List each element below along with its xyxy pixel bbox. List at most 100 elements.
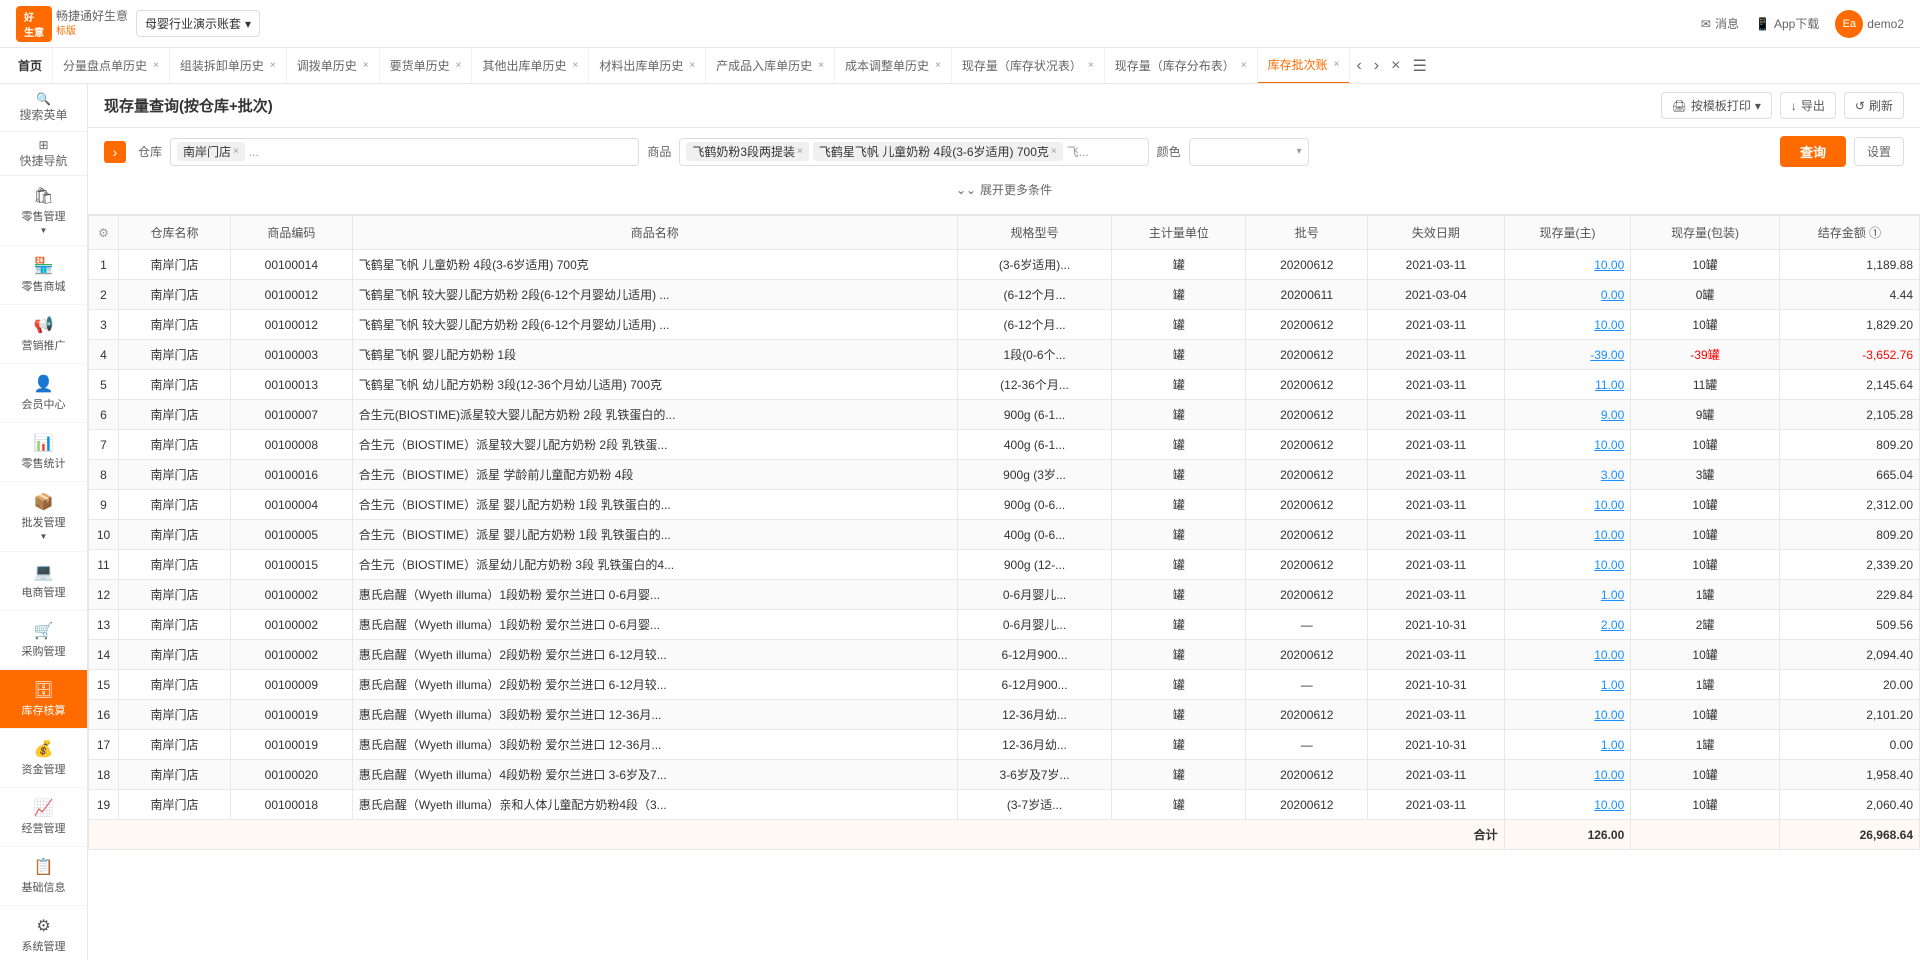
cell-qty-main[interactable]: -39.00 (1504, 340, 1631, 370)
tab-close-all[interactable]: × (1385, 48, 1406, 84)
messages-button[interactable]: ✉ 消息 (1701, 15, 1739, 32)
cell-spec: 0-6月婴儿... (957, 580, 1112, 610)
tab-nav-prev[interactable]: ‹ (1350, 48, 1367, 84)
sidebar-item-purchase[interactable]: 🛒 采购管理 (0, 611, 87, 670)
tab-close-icon[interactable]: × (572, 60, 578, 71)
sidebar-item-finance[interactable]: 💰 资金管理 (0, 729, 87, 788)
col-name: 商品名称 (352, 216, 957, 250)
sidebar-item-retail[interactable]: 🛍 零售管理 ▼ (0, 176, 87, 246)
cell-qty-main[interactable]: 10.00 (1504, 490, 1631, 520)
sidebar-item-ecom[interactable]: 💻 电商管理 (0, 552, 87, 611)
sidebar-item-inventory[interactable]: 🗄 库存核算 (0, 670, 87, 729)
cell-qty-main[interactable]: 1.00 (1504, 670, 1631, 700)
tab-nav-next[interactable]: › (1368, 48, 1385, 84)
tab-close-icon[interactable]: × (818, 60, 824, 71)
product-filter[interactable]: 飞鹤奶粉3段两提装 × 飞鹤星飞帆 儿童奶粉 4段(3-6岁适用) 700克 ×… (679, 138, 1148, 166)
cell-qty-main[interactable]: 10.00 (1504, 430, 1631, 460)
tab-close-icon[interactable]: × (363, 60, 369, 71)
cell-qty-main[interactable]: 2.00 (1504, 610, 1631, 640)
tab-xianzai1[interactable]: 现存量（库存状况表） × (952, 48, 1105, 84)
cell-qty-main[interactable]: 3.00 (1504, 460, 1631, 490)
sidebar-item-stats[interactable]: 📊 零售统计 (0, 423, 87, 482)
tag-close-icon[interactable]: × (1051, 146, 1057, 157)
refresh-button[interactable]: ↺ 刷新 (1844, 92, 1904, 119)
tab-close-icon[interactable]: × (1334, 59, 1340, 70)
tab-kupicaidan[interactable]: 库存批次账 × (1258, 48, 1351, 84)
print-button[interactable]: 🖨 按模板打印 ▾ (1661, 92, 1772, 119)
tab-close-icon[interactable]: × (270, 60, 276, 71)
tab-chanjin[interactable]: 产成品入库单历史 × (706, 48, 835, 84)
sidebar-item-marketing[interactable]: 📢 营销推广 (0, 305, 87, 364)
cell-qty-main[interactable]: 0.00 (1504, 280, 1631, 310)
tab-yaohuo[interactable]: 要货单历史 × (380, 48, 473, 84)
cell-name: 合生元（BIOSTIME）派星 学龄前儿童配方奶粉 4段 (352, 460, 957, 490)
tab-close-icon[interactable]: × (689, 60, 695, 71)
sidebar-item-shop[interactable]: 🏪 零售商城 (0, 246, 87, 305)
color-filter[interactable]: ▾ (1189, 138, 1309, 166)
filter-more: 飞... (1067, 143, 1089, 160)
cell-spec: 400g (6-1... (957, 430, 1112, 460)
cell-qty-main[interactable]: 11.00 (1504, 370, 1631, 400)
sidebar-nav[interactable]: ⊞ 快捷导航 (0, 132, 87, 176)
cell-qty-main[interactable]: 10.00 (1504, 760, 1631, 790)
sidebar-item-operation[interactable]: 📈 经营管理 (0, 788, 87, 847)
sidebar-item-member[interactable]: 👤 会员中心 (0, 364, 87, 423)
cell-qty-main[interactable]: 9.00 (1504, 400, 1631, 430)
cell-qty-main[interactable]: 10.00 (1504, 790, 1631, 820)
cell-qty-main[interactable]: 10.00 (1504, 520, 1631, 550)
cell-qty-main[interactable]: 10.00 (1504, 250, 1631, 280)
setting-button[interactable]: 设置 (1854, 137, 1904, 166)
tag-close-icon[interactable]: × (797, 146, 803, 157)
tab-close-icon[interactable]: × (1241, 60, 1247, 71)
user-profile[interactable]: Ea demo2 (1835, 10, 1904, 38)
cell-qty-main[interactable]: 10.00 (1504, 310, 1631, 340)
cell-no: 18 (89, 760, 119, 790)
cell-amount: 509.56 (1779, 610, 1919, 640)
sidebar-search[interactable]: 🔍 搜索英单 (0, 84, 87, 132)
tab-xianzai2[interactable]: 现存量（库存分布表） × (1105, 48, 1258, 84)
table-row: 6南岸门店00100007合生元(BIOSTIME)派星较大婴儿配方奶粉 2段 … (89, 400, 1920, 430)
cell-unit: 罐 (1112, 550, 1246, 580)
cell-qty-main[interactable]: 10.00 (1504, 640, 1631, 670)
filter-expand-left-button[interactable]: › (104, 141, 126, 163)
tab-diaosuo[interactable]: 调拨单历史 × (287, 48, 380, 84)
tab-close-icon[interactable]: × (935, 60, 941, 71)
cell-warehouse: 南岸门店 (119, 550, 231, 580)
tab-menu[interactable]: ☰ (1406, 48, 1432, 84)
tab-home[interactable]: 首页 (8, 48, 53, 84)
app-download-button[interactable]: 📱 App下载 (1755, 15, 1819, 32)
settings-icon[interactable]: ⚙ (98, 226, 109, 240)
cell-spec: (6-12个月... (957, 310, 1112, 340)
cell-spec: 900g (12-... (957, 550, 1112, 580)
warehouse-filter[interactable]: 南岸门店 × ... (170, 138, 639, 166)
col-qty-main: 现存量(主) (1504, 216, 1631, 250)
org-selector[interactable]: 母婴行业演示账套 ▾ (136, 10, 260, 37)
cell-qty-main[interactable]: 1.00 (1504, 730, 1631, 760)
cell-unit: 罐 (1112, 400, 1246, 430)
export-button[interactable]: ↓ 导出 (1780, 92, 1836, 119)
tab-close-icon[interactable]: × (456, 60, 462, 71)
top-bar-right: ✉ 消息 📱 App下载 Ea demo2 (1701, 10, 1904, 38)
cell-qty-main[interactable]: 10.00 (1504, 550, 1631, 580)
expand-conditions-button[interactable]: ⌄⌄ 展开更多条件 (948, 177, 1060, 202)
tab-close-icon[interactable]: × (153, 60, 159, 71)
cell-batch: 20200612 (1246, 700, 1368, 730)
tab-qitachuku[interactable]: 其他出库单历史 × (472, 48, 589, 84)
sidebar-item-wholesale[interactable]: 📦 批发管理 ▼ (0, 482, 87, 552)
cell-no: 13 (89, 610, 119, 640)
cell-no: 5 (89, 370, 119, 400)
tab-close-icon[interactable]: × (1088, 60, 1094, 71)
tab-fenpan[interactable]: 分量盘点单历史 × (53, 48, 170, 84)
cell-qty-main[interactable]: 1.00 (1504, 580, 1631, 610)
cell-unit: 罐 (1112, 430, 1246, 460)
tag-close-icon[interactable]: × (233, 146, 239, 157)
cell-qty-main[interactable]: 10.00 (1504, 700, 1631, 730)
col-qty-pkg: 现存量(包装) (1631, 216, 1780, 250)
tab-chaijie[interactable]: 组装拆卸单历史 × (170, 48, 287, 84)
sidebar-item-system[interactable]: ⚙ 系统管理 (0, 906, 87, 960)
tab-chengben[interactable]: 成本调整单历史 × (835, 48, 952, 84)
sidebar-item-basic[interactable]: 📋 基础信息 (0, 847, 87, 906)
col-settings[interactable]: ⚙ (89, 216, 119, 250)
tab-cailiao[interactable]: 材料出库单历史 × (589, 48, 706, 84)
query-button[interactable]: 查询 (1780, 136, 1846, 167)
